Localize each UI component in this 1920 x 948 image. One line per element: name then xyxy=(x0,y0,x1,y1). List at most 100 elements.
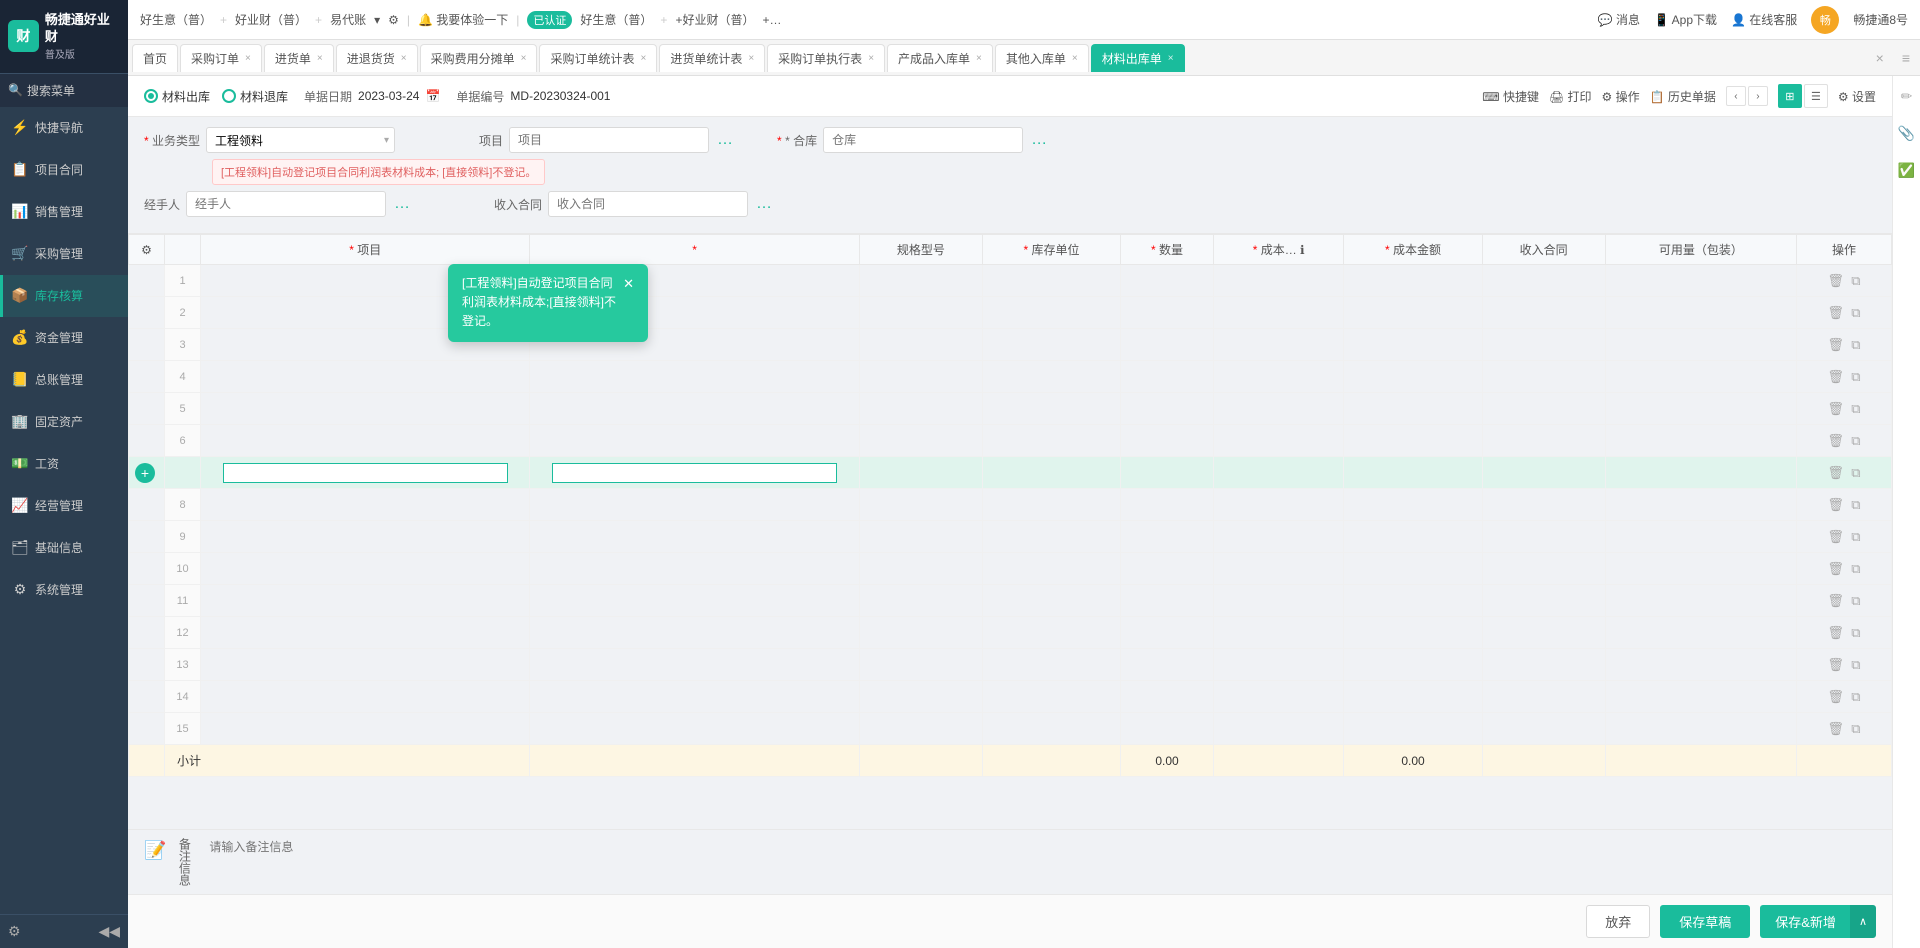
topbar-menu-more[interactable]: ▾ xyxy=(374,13,380,27)
row-6-qty[interactable] xyxy=(1121,425,1214,457)
row-4-available[interactable] xyxy=(1605,361,1796,393)
tab-close-inbound[interactable]: × xyxy=(317,53,323,64)
row-1-cost-price[interactable] xyxy=(1213,265,1343,297)
project-input[interactable] xyxy=(509,127,709,153)
row-15-cost-amount[interactable] xyxy=(1344,713,1482,745)
tab-inbound[interactable]: 进货单× xyxy=(264,44,334,72)
row-6-cost-amount[interactable] xyxy=(1344,425,1482,457)
row-10-project[interactable] xyxy=(201,553,530,585)
tab-purchase-exec[interactable]: 采购订单执行表× xyxy=(767,44,885,72)
row-9-qty[interactable] xyxy=(1121,521,1214,553)
row-7-copy-icon[interactable]: ⧉ xyxy=(1851,465,1860,480)
save-new-button[interactable]: 保存&新增 xyxy=(1760,905,1850,938)
row-15-material[interactable] xyxy=(530,713,859,745)
row-9-income-contract[interactable] xyxy=(1482,521,1605,553)
business-type-input[interactable] xyxy=(206,127,395,153)
row-1-unit[interactable] xyxy=(982,265,1120,297)
income-contract-input[interactable] xyxy=(548,191,748,217)
add-row-btn[interactable]: + xyxy=(135,463,155,483)
tab-inbound-return[interactable]: 进退货货× xyxy=(336,44,418,72)
row-1-qty[interactable] xyxy=(1121,265,1214,297)
sidebar-item-sales[interactable]: 📊 销售管理 xyxy=(0,191,128,233)
row-1-available[interactable] xyxy=(1605,265,1796,297)
row-11-available[interactable] xyxy=(1605,585,1796,617)
row-2-qty[interactable] xyxy=(1121,297,1214,329)
shortcut-btn[interactable]: ⌨ 快捷键 xyxy=(1482,88,1539,105)
row-1-delete-icon[interactable]: 🗑 xyxy=(1827,273,1844,288)
row-10-material[interactable] xyxy=(530,553,859,585)
row-15-unit[interactable] xyxy=(982,713,1120,745)
row-13-cost-price[interactable] xyxy=(1213,649,1343,681)
row-10-delete-icon[interactable]: 🗑 xyxy=(1827,561,1844,576)
row-5-cost-amount[interactable] xyxy=(1344,393,1482,425)
row-8-income-contract[interactable] xyxy=(1482,489,1605,521)
user-avatar[interactable]: 畅 xyxy=(1811,6,1839,34)
row-10-copy-icon[interactable]: ⧉ xyxy=(1851,561,1860,576)
collapse-icon[interactable]: ◀◀ xyxy=(98,923,120,940)
row-14-income-contract[interactable] xyxy=(1482,681,1605,713)
save-new-arrow[interactable]: ∧ xyxy=(1850,905,1876,938)
topbar-menu3[interactable]: 易代账 xyxy=(330,11,366,28)
operation-btn[interactable]: ⚙ 操作 xyxy=(1602,88,1640,105)
row-11-cost-amount[interactable] xyxy=(1344,585,1482,617)
row-9-delete-icon[interactable]: 🗑 xyxy=(1827,529,1844,544)
tab-other-inbound[interactable]: 其他入库单× xyxy=(995,44,1089,72)
row-2-unit[interactable] xyxy=(982,297,1120,329)
tab-close-material-out[interactable]: × xyxy=(1168,53,1174,64)
row-4-copy-icon[interactable]: ⧉ xyxy=(1851,369,1860,384)
settings-btn[interactable]: ⚙ 设置 xyxy=(1838,88,1876,105)
row-14-material[interactable] xyxy=(530,681,859,713)
row-11-cost-price[interactable] xyxy=(1213,585,1343,617)
topbar-app-download[interactable]: 📱 App下载 xyxy=(1654,11,1717,28)
row-6-cost-price[interactable] xyxy=(1213,425,1343,457)
row-10-unit[interactable] xyxy=(982,553,1120,585)
calendar-icon[interactable]: 📅 xyxy=(425,89,440,103)
row-5-spec[interactable] xyxy=(859,393,982,425)
tabbar-close-btn[interactable]: × xyxy=(1870,48,1890,68)
row-6-delete-icon[interactable]: 🗑 xyxy=(1827,433,1844,448)
tab-close-purchase-stats[interactable]: × xyxy=(640,53,646,64)
view-table[interactable]: ⊞ xyxy=(1778,84,1802,108)
row-8-cost-price[interactable] xyxy=(1213,489,1343,521)
nav-prev[interactable]: ‹ xyxy=(1726,86,1746,106)
sidebar-item-project[interactable]: 📋 项目合同 xyxy=(0,149,128,191)
row-9-cost-amount[interactable] xyxy=(1344,521,1482,553)
row-11-income-contract[interactable] xyxy=(1482,585,1605,617)
row-10-spec[interactable] xyxy=(859,553,982,585)
row-5-material[interactable] xyxy=(530,393,859,425)
row-13-qty[interactable] xyxy=(1121,649,1214,681)
row-9-copy-icon[interactable]: ⧉ xyxy=(1851,529,1860,544)
tab-close-inbound-return[interactable]: × xyxy=(401,53,407,64)
row-10-income-contract[interactable] xyxy=(1482,553,1605,585)
row-12-qty[interactable] xyxy=(1121,617,1214,649)
row-4-income-contract[interactable] xyxy=(1482,361,1605,393)
sidebar-item-finance[interactable]: 💰 资金管理 xyxy=(0,317,128,359)
topbar-menu4[interactable]: 好生意（普） xyxy=(580,11,652,28)
row-14-spec[interactable] xyxy=(859,681,982,713)
tab-purchase-expense[interactable]: 采购费用分摊单× xyxy=(420,44,538,72)
project-dots-btn[interactable]: … xyxy=(717,131,733,149)
row-15-project[interactable] xyxy=(201,713,530,745)
radio-material-return[interactable]: 材料退库 xyxy=(222,88,288,105)
row-7-qty[interactable] xyxy=(1121,457,1214,489)
row-4-project[interactable] xyxy=(201,361,530,393)
topbar-menu1[interactable]: 好生意（普） xyxy=(140,11,212,28)
row-10-qty[interactable] xyxy=(1121,553,1214,585)
row-3-available[interactable] xyxy=(1605,329,1796,361)
row-7-cost-amount[interactable] xyxy=(1344,457,1482,489)
row-11-unit[interactable] xyxy=(982,585,1120,617)
tab-material-out[interactable]: 材料出库单× xyxy=(1091,44,1185,72)
row-2-income-contract[interactable] xyxy=(1482,297,1605,329)
row-12-cost-price[interactable] xyxy=(1213,617,1343,649)
row-8-qty[interactable] xyxy=(1121,489,1214,521)
row-9-spec[interactable] xyxy=(859,521,982,553)
agent-input[interactable] xyxy=(186,191,386,217)
view-list[interactable]: ☰ xyxy=(1804,84,1828,108)
row-8-unit[interactable] xyxy=(982,489,1120,521)
row-3-delete-icon[interactable]: 🗑 xyxy=(1827,337,1844,352)
row-3-cost-amount[interactable] xyxy=(1344,329,1482,361)
income-contract-dots-btn[interactable]: … xyxy=(756,195,772,213)
row-9-material[interactable] xyxy=(530,521,859,553)
row-6-available[interactable] xyxy=(1605,425,1796,457)
sidebar-item-payroll[interactable]: 💵 工资 xyxy=(0,443,128,485)
